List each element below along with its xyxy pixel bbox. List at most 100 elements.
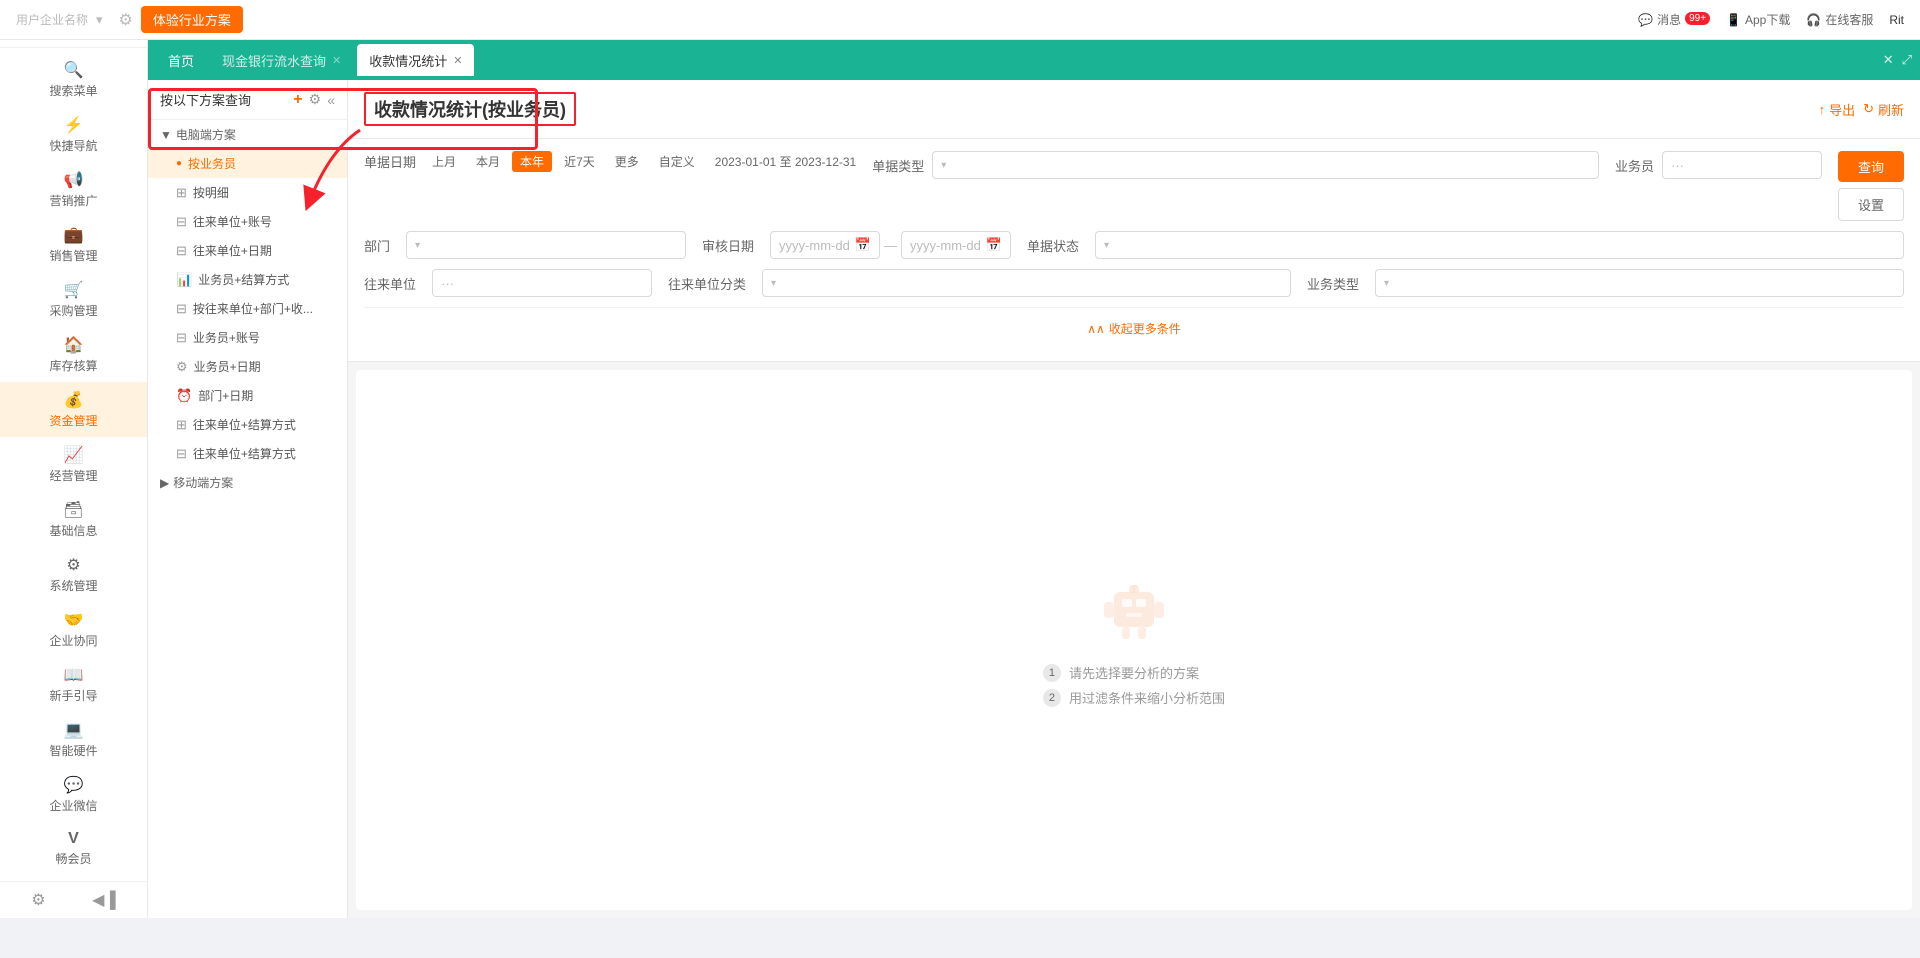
date-tab-custom[interactable]: 自定义	[651, 151, 703, 172]
date-tab-more[interactable]: 更多	[607, 151, 647, 172]
sidebar-item-operation-label: 经营管理	[49, 467, 97, 484]
collapse-scheme-icon[interactable]: «	[327, 92, 335, 108]
tab-home[interactable]: 首页	[156, 44, 206, 76]
sidebar-item-finance[interactable]: 💰 资金管理	[0, 382, 147, 437]
doctype-filter: 单据类型 ▾	[872, 151, 1599, 179]
refresh-btn[interactable]: ↻ 刷新	[1863, 100, 1904, 119]
collapse-btn[interactable]: ∧∧ 收起更多条件	[364, 312, 1904, 345]
date-filter-row: 单据日期 上月 本月 本年 近7天 更多 自定义 2023-01-01 至 20…	[364, 151, 856, 172]
sidebar-item-sales[interactable]: 💼 销售管理	[0, 217, 147, 272]
sidebar-item-guide[interactable]: 📖 新手引导	[0, 657, 147, 712]
dropdown-icon[interactable]: ▾	[96, 12, 103, 28]
empty-step-2: 2 用过滤条件来缩小分析范围	[1043, 688, 1225, 707]
scheme-item-unit-dept-collect-label: 按往来单位+部门+收...	[193, 300, 313, 317]
scheme-item-unit-settlement2[interactable]: ⊟ 往来单位+结算方式	[148, 439, 347, 468]
dept-select[interactable]: ▾	[406, 231, 686, 259]
maximize-icon[interactable]: ⤢	[1902, 52, 1912, 68]
tab-receipts[interactable]: 收款情况统计 ✕	[357, 44, 474, 76]
messages-badge: 99+	[1685, 12, 1710, 25]
scheme-item-unit-date[interactable]: ⊟ 往来单位+日期	[148, 236, 347, 265]
sidebar-item-shortcut[interactable]: ⚡ 快捷导航	[0, 107, 147, 162]
settings-icon[interactable]: ⚙	[119, 10, 133, 30]
dept-date-icon: ⏰	[176, 388, 192, 404]
tab-cashflow-close[interactable]: ✕	[332, 54, 341, 67]
more-icon: ···	[1671, 158, 1684, 173]
date-placeholder-1: yyyy-mm-dd	[779, 238, 850, 253]
sidebar-item-purchase[interactable]: 🛒 采购管理	[0, 272, 147, 327]
sidebar-item-basicinfo-label: 基础信息	[49, 522, 97, 539]
salesperson-select[interactable]: ···	[1662, 151, 1822, 179]
sidebar-item-basicinfo[interactable]: 🗃 基础信息	[0, 492, 147, 547]
date-range: 2023-01-01 至 2023-12-31	[715, 153, 856, 170]
scheme-item-salesperson-account-label: 业务员+账号	[193, 329, 260, 346]
sidebar-item-inventory[interactable]: 🏠 库存核算	[0, 327, 147, 382]
tab-receipts-close[interactable]: ✕	[453, 54, 462, 67]
scheme-item-by-salesperson[interactable]: ● 按业务员	[148, 149, 347, 178]
query-btn[interactable]: 查询	[1838, 151, 1904, 182]
scheme-item-salesperson-account[interactable]: ⊟ 业务员+账号	[148, 323, 347, 352]
top-right-area: 查询 设置	[1838, 151, 1904, 221]
counterparty-label: 往来单位	[364, 274, 416, 293]
content-body: 1 请先选择要分析的方案 2 用过滤条件来缩小分析范围	[356, 370, 1912, 910]
date-tab-last-month[interactable]: 上月	[424, 151, 464, 172]
counterparty-select[interactable]: ···	[432, 269, 652, 297]
gear-icon[interactable]: ⚙	[31, 890, 45, 910]
review-date-end[interactable]: yyyy-mm-dd 📅	[901, 231, 1011, 259]
content-area: 按以下方案查询 + ⚙ « ▼ 电脑端方案 ● 按业务员 ⊞	[148, 80, 1920, 918]
scheme-item-unit-account[interactable]: ⊟ 往来单位+账号	[148, 207, 347, 236]
system-icon: ⚙	[66, 555, 80, 575]
biz-type-select[interactable]: ▾	[1375, 269, 1904, 297]
doc-status-select[interactable]: ▾	[1095, 231, 1904, 259]
date-tab-this-year[interactable]: 本年	[512, 151, 552, 172]
date-label: 单据日期	[364, 152, 416, 171]
sidebar-item-collab-label: 企业协同	[49, 632, 97, 649]
scheme-item-unit-dept-collect[interactable]: ⊟ 按往来单位+部门+收...	[148, 294, 347, 323]
page-title: 收款情况统计(按业务员)	[364, 92, 576, 126]
date-tab-7days[interactable]: 近7天	[556, 151, 603, 172]
message-icon: 💬	[1638, 13, 1653, 27]
export-btn[interactable]: ↑ 导出	[1819, 100, 1856, 119]
messages-btn[interactable]: 💬 消息 99+	[1638, 11, 1710, 28]
sidebar-item-sales-label: 销售管理	[49, 247, 97, 264]
sidebar-item-search[interactable]: 🔍 搜索菜单	[0, 52, 147, 107]
scheme-item-salesperson-date[interactable]: ⚙ 业务员+日期	[148, 352, 347, 381]
scheme-item-by-detail[interactable]: ⊞ 按明细	[148, 178, 347, 207]
scheme-item-salesperson-settlement[interactable]: 📊 业务员+结算方式	[148, 265, 347, 294]
scheme-group-pc-header[interactable]: ▼ 电脑端方案	[148, 120, 347, 149]
header-right: 💬 消息 99+ 📱 App下载 🎧 在线客服 Rit	[1638, 11, 1904, 28]
empty-state: 1 请先选择要分析的方案 2 用过滤条件来缩小分析范围	[1043, 567, 1225, 713]
date-tab-this-month[interactable]: 本月	[468, 151, 508, 172]
scheme-group-mobile-header[interactable]: ▶ 移动端方案	[148, 468, 347, 497]
sidebar-item-collab[interactable]: 🤝 企业协同	[0, 602, 147, 657]
user-name[interactable]: Rit	[1889, 13, 1904, 27]
sidebar-item-marketing[interactable]: 📢 营销推广	[0, 162, 147, 217]
scheme-group-mobile: ▶ 移动端方案	[148, 468, 347, 497]
scheme-item-unit-settlement1[interactable]: ⊞ 往来单位+结算方式	[148, 410, 347, 439]
collapse-sidebar-icon[interactable]: ◀▐	[92, 890, 116, 910]
trial-btn[interactable]: 体验行业方案	[141, 6, 243, 33]
scheme-item-detail-label: 按明细	[193, 184, 229, 201]
empty-step-1-label: 请先选择要分析的方案	[1069, 663, 1199, 682]
close-all-icon[interactable]: ✕	[1883, 52, 1894, 68]
counterparty-type-select[interactable]: ▾	[762, 269, 1291, 297]
finance-icon: 💰	[64, 390, 84, 410]
empty-steps: 1 请先选择要分析的方案 2 用过滤条件来缩小分析范围	[1043, 663, 1225, 713]
sidebar-item-wechat[interactable]: 💬 企业微信	[0, 767, 147, 822]
tab-cashflow[interactable]: 现金银行流水查询 ✕	[210, 44, 353, 76]
sidebar-item-hardware[interactable]: 💻 智能硬件	[0, 712, 147, 767]
online-service-btn[interactable]: 🎧 在线客服	[1806, 11, 1873, 28]
search-icon: 🔍	[64, 60, 84, 80]
scheme-settings-icon[interactable]: ⚙	[309, 91, 322, 108]
phone-icon: 📱	[1726, 13, 1741, 27]
app-download-btn[interactable]: 📱 App下载	[1726, 11, 1790, 28]
doctype-select[interactable]: ▾	[932, 151, 1599, 179]
sidebar-bottom: ⚙ ◀▐	[0, 881, 147, 918]
review-date-start[interactable]: yyyy-mm-dd 📅	[770, 231, 880, 259]
sidebar-item-member[interactable]: V 畅会员	[0, 822, 147, 875]
sidebar-item-marketing-label: 营销推广	[49, 192, 97, 209]
add-scheme-icon[interactable]: +	[293, 91, 302, 109]
scheme-item-dept-date[interactable]: ⏰ 部门+日期	[148, 381, 347, 410]
sidebar-item-operation[interactable]: 📈 经营管理	[0, 437, 147, 492]
sidebar-item-system[interactable]: ⚙ 系统管理	[0, 547, 147, 602]
settings-filter-btn[interactable]: 设置	[1838, 188, 1904, 221]
